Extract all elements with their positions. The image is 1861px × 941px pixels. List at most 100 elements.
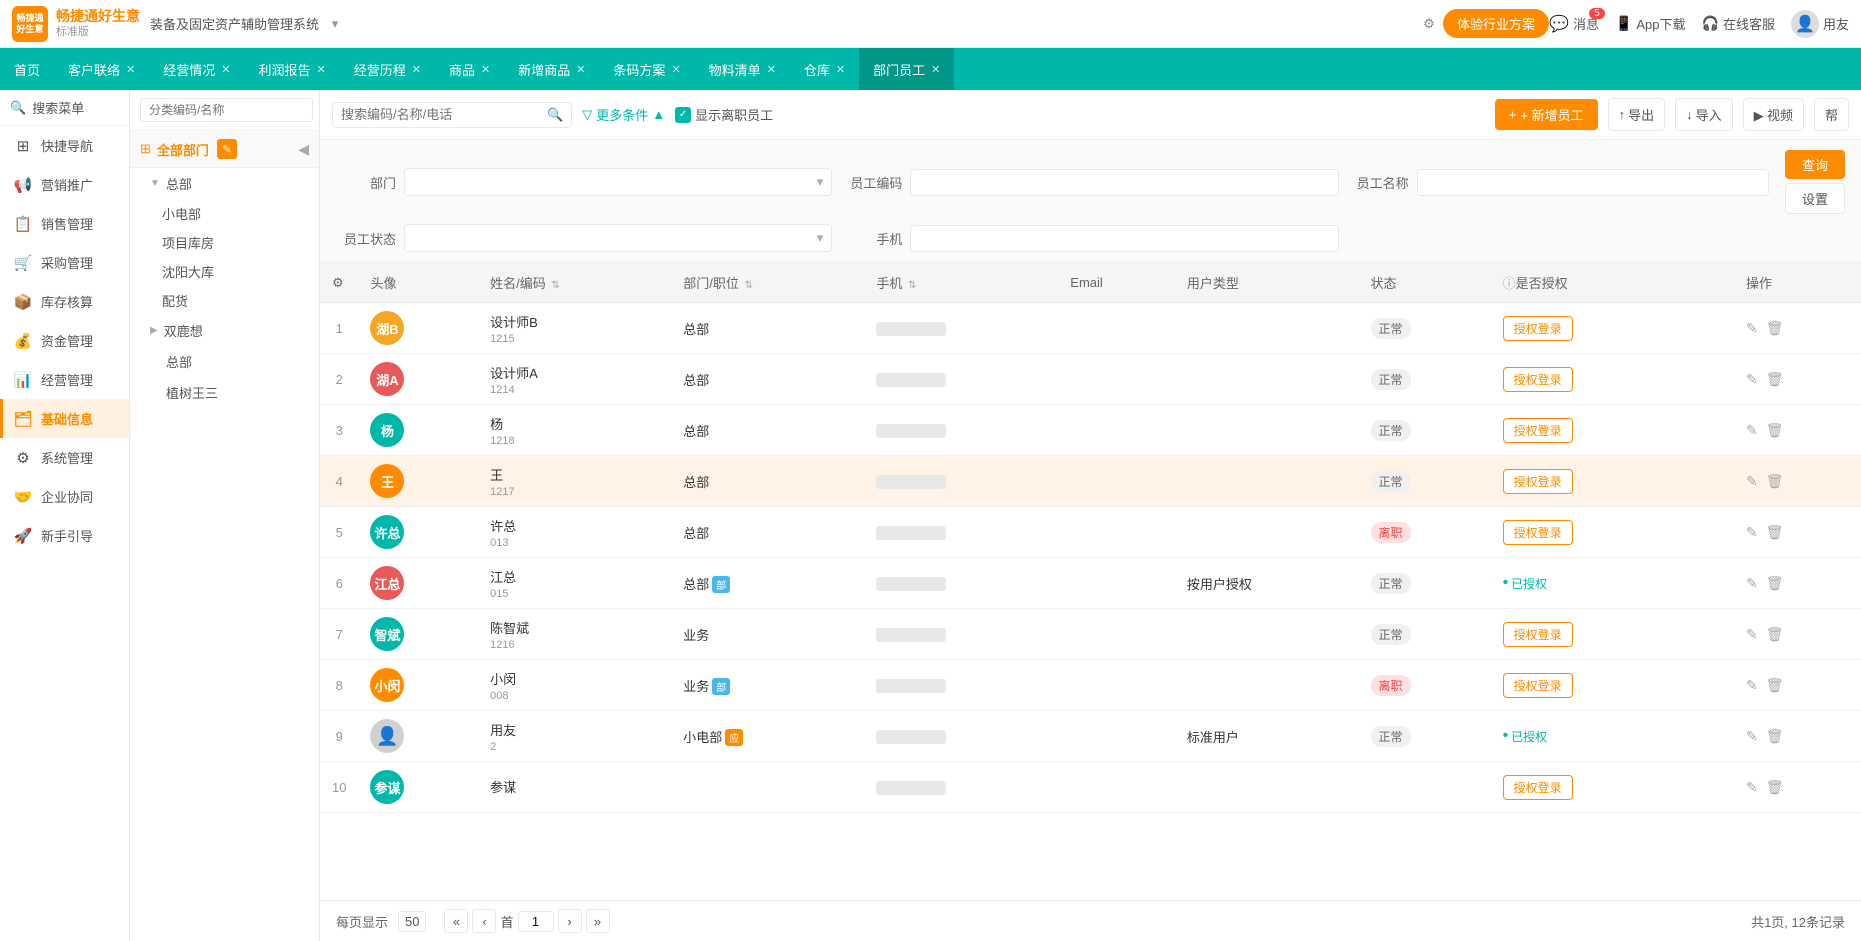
nav-item-bom[interactable]: 物料清单 ✕	[695, 48, 790, 90]
edit-btn[interactable]: ✎	[1746, 422, 1758, 439]
reset-btn[interactable]: 设置	[1785, 183, 1845, 214]
nav-item-add-goods[interactable]: 新增商品 ✕	[504, 48, 599, 90]
close-icon[interactable]: ✕	[126, 63, 135, 76]
col-phone[interactable]: 手机 ⇅	[864, 263, 1058, 303]
emp-name-input[interactable]	[1417, 169, 1769, 196]
help-btn[interactable]: 帮	[1814, 98, 1849, 131]
auth-btn[interactable]: 授权登录	[1503, 622, 1573, 647]
edit-btn[interactable]: ✎	[1746, 320, 1758, 337]
nav-item-history[interactable]: 经营历程 ✕	[340, 48, 435, 90]
tree-sub-peihuo[interactable]: 配货	[130, 286, 319, 315]
emp-status-select[interactable]: ▾	[404, 224, 832, 252]
filter-more-btn[interactable]: ▽ 更多条件 ▲	[582, 105, 665, 124]
tree-sub-shenyangdaku[interactable]: 沈阳大库	[130, 257, 319, 286]
sidebar-item-guide[interactable]: 🚀 新手引导	[0, 516, 129, 555]
tree-item-zhishuwangsan[interactable]: 植树王三	[130, 377, 319, 408]
auth-btn[interactable]: 授权登录	[1503, 418, 1573, 443]
auth-btn[interactable]: 授权登录	[1503, 367, 1573, 392]
col-dept-position[interactable]: 部门/职位 ⇅	[671, 263, 864, 303]
edit-btn[interactable]: ✎	[1746, 677, 1758, 694]
edit-btn[interactable]: ✎	[1746, 728, 1758, 745]
delete-btn[interactable]: 🗑	[1766, 524, 1784, 541]
edit-btn[interactable]: ✎	[1746, 524, 1758, 541]
sidebar-item-collab[interactable]: 🤝 企业协同	[0, 477, 129, 516]
export-btn[interactable]: ↑ 导出	[1608, 98, 1666, 131]
tree-item-shuangluxiang[interactable]: ▶ 双鹿想	[130, 315, 319, 346]
nav-item-home[interactable]: 首页	[0, 48, 54, 90]
close-icon[interactable]: ✕	[767, 63, 776, 76]
close-icon[interactable]: ✕	[576, 63, 585, 76]
tree-item-zongbu[interactable]: ▼ 总部	[130, 168, 319, 199]
nav-item-barcode[interactable]: 条码方案 ✕	[599, 48, 694, 90]
close-icon[interactable]: ✕	[836, 63, 845, 76]
nav-item-operations[interactable]: 经营情况 ✕	[149, 48, 244, 90]
settings-gear-btn[interactable]: ⚙	[1415, 10, 1443, 38]
app-download-btn[interactable]: 📱 App下载	[1615, 14, 1686, 33]
nav-item-customers[interactable]: 客户联络 ✕	[54, 48, 149, 90]
delete-btn[interactable]: 🗑	[1766, 728, 1784, 745]
delete-btn[interactable]: 🗑	[1766, 320, 1784, 337]
dept-select[interactable]: ▾	[404, 168, 832, 196]
delete-btn[interactable]: 🗑	[1766, 473, 1784, 490]
auth-btn[interactable]: 授权登录	[1503, 673, 1573, 698]
close-icon[interactable]: ✕	[931, 63, 940, 76]
auth-btn[interactable]: 授权登录	[1503, 316, 1573, 341]
nav-item-dept-emp[interactable]: 部门员工 ✕	[859, 48, 954, 90]
tree-sub-xiangmukufang[interactable]: 项目库房	[130, 228, 319, 257]
col-name-code[interactable]: 姓名/编码 ⇅	[478, 263, 671, 303]
sidebar-item-quicknav[interactable]: ⊞ 快捷导航	[0, 126, 129, 165]
col-settings[interactable]: ⚙	[320, 263, 358, 303]
delete-btn[interactable]: 🗑	[1766, 626, 1784, 643]
tree-sub-xiaodiaobu[interactable]: 小电部	[130, 199, 319, 228]
nav-item-goods[interactable]: 商品 ✕	[435, 48, 504, 90]
system-dropdown-btn[interactable]: ▾	[325, 14, 345, 34]
edit-btn[interactable]: ✎	[1746, 473, 1758, 490]
close-icon[interactable]: ✕	[671, 63, 680, 76]
import-btn[interactable]: ↓ 导入	[1675, 98, 1733, 131]
all-dept-label[interactable]: 全部部门	[157, 140, 209, 159]
tree-item-zongbu2[interactable]: 总部	[130, 346, 319, 377]
nav-item-warehouse[interactable]: 仓库 ✕	[790, 48, 859, 90]
prev-page-btn[interactable]: ‹	[472, 909, 496, 933]
delete-btn[interactable]: 🗑	[1766, 779, 1784, 796]
dept-search-input[interactable]	[140, 98, 313, 122]
last-page-btn[interactable]: »	[586, 909, 610, 933]
phone-input[interactable]	[910, 225, 1338, 252]
auth-btn[interactable]: 授权登录	[1503, 775, 1573, 800]
edit-btn[interactable]: ✎	[1746, 575, 1758, 592]
auth-btn[interactable]: 授权登录	[1503, 469, 1573, 494]
page-input[interactable]	[518, 911, 554, 932]
close-icon[interactable]: ✕	[221, 63, 230, 76]
search-input[interactable]	[341, 107, 541, 122]
nav-item-profit[interactable]: 利润报告 ✕	[244, 48, 339, 90]
search-btn[interactable]: 🔍	[547, 107, 563, 123]
next-page-btn[interactable]: ›	[558, 909, 582, 933]
sidebar-item-inventory[interactable]: 📦 库存核算	[0, 282, 129, 321]
edit-btn[interactable]: ✎	[1746, 626, 1758, 643]
first-page-btn[interactable]: «	[444, 909, 468, 933]
delete-btn[interactable]: 🗑	[1766, 422, 1784, 439]
emp-code-input[interactable]	[910, 169, 1338, 196]
video-btn[interactable]: ▶ 视频	[1743, 98, 1804, 131]
sidebar-item-marketing[interactable]: 📢 营销推广	[0, 165, 129, 204]
online-service-btn[interactable]: 🎧 在线客服	[1702, 14, 1775, 33]
sidebar-item-purchase[interactable]: 🛒 采购管理	[0, 243, 129, 282]
delete-btn[interactable]: 🗑	[1766, 677, 1784, 694]
auth-btn[interactable]: 授权登录	[1503, 520, 1573, 545]
edit-btn[interactable]: ✎	[1746, 779, 1758, 796]
query-btn[interactable]: 查询	[1785, 150, 1845, 179]
edit-btn[interactable]: ✎	[1746, 371, 1758, 388]
message-btn[interactable]: 💬 消息 5	[1549, 14, 1599, 34]
add-emp-btn[interactable]: + + 新增员工	[1495, 99, 1598, 130]
dept-edit-icon[interactable]: ✎	[217, 139, 237, 159]
show-resigned-toggle[interactable]: ✓ 显示离职员工	[675, 105, 773, 124]
trial-btn[interactable]: 体验行业方案	[1443, 9, 1549, 38]
close-icon[interactable]: ✕	[317, 63, 326, 76]
sidebar-item-base-info[interactable]: 🗂 基础信息	[0, 399, 129, 438]
sidebar-search-row[interactable]: 🔍 搜索菜单	[0, 90, 129, 126]
page-size-value[interactable]: 50	[398, 911, 426, 932]
close-icon[interactable]: ✕	[481, 63, 490, 76]
sidebar-item-system[interactable]: ⚙ 系统管理	[0, 438, 129, 477]
delete-btn[interactable]: 🗑	[1766, 371, 1784, 388]
sidebar-item-finance[interactable]: 💰 资金管理	[0, 321, 129, 360]
